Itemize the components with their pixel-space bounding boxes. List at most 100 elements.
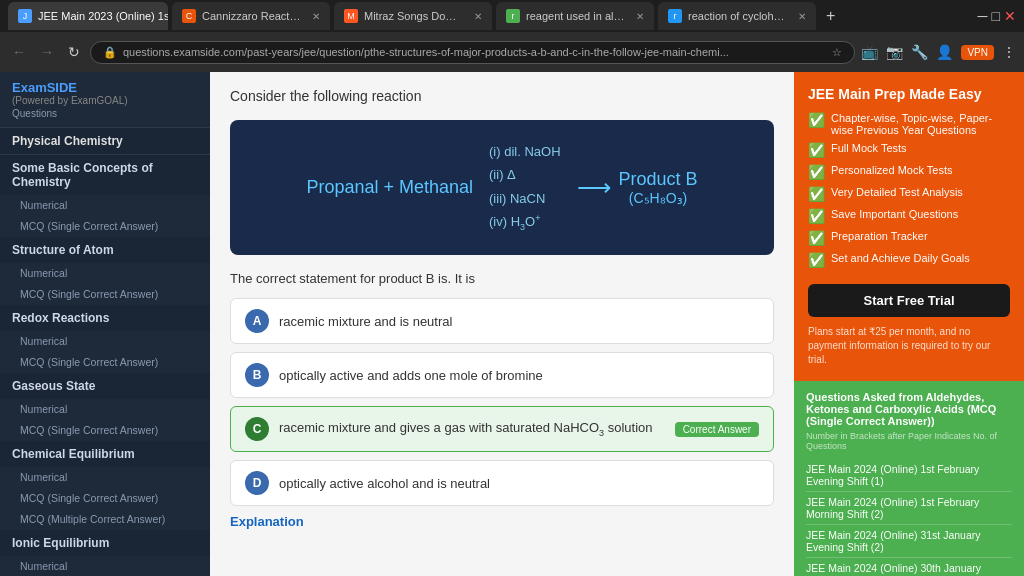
browser-chrome: J JEE Main 2023 (Online) 1st Feb... ✕ C … bbox=[0, 0, 1024, 72]
site-header: ExamSIDE (Powered by ExamGOAL) Questions bbox=[0, 72, 210, 128]
option-d-letter: D bbox=[245, 471, 269, 495]
check-icon-3: ✅ bbox=[808, 164, 825, 180]
option-c[interactable]: C racemic mixture and gives a gas with s… bbox=[230, 406, 774, 452]
reaction-arrow: ⟶ bbox=[577, 174, 611, 202]
option-a[interactable]: A racemic mixture and is neutral bbox=[230, 298, 774, 344]
check-icon-1: ✅ bbox=[808, 112, 825, 128]
sidebar-item-atom-numerical[interactable]: Numerical bbox=[0, 263, 210, 284]
minimize-button[interactable]: ─ bbox=[978, 8, 988, 24]
reaction-conditions: (i) dil. NaOH (ii) Δ (iii) NaCN (iv) H3O… bbox=[489, 140, 561, 235]
extension-icon[interactable]: 🔧 bbox=[911, 44, 928, 60]
tab-3[interactable]: M Mitraz Songs Download - Free Onli... ✕ bbox=[334, 2, 492, 30]
option-b-letter: B bbox=[245, 363, 269, 387]
profile-icon[interactable]: 👤 bbox=[936, 44, 953, 60]
sidebar-item-basic-mcq[interactable]: MCQ (Single Correct Answer) bbox=[0, 216, 210, 237]
sidebar-item-chem-eq-mcq[interactable]: MCQ (Single Correct Answer) bbox=[0, 488, 210, 509]
tab-3-close[interactable]: ✕ bbox=[474, 11, 482, 22]
sidebar-item-ionic-numerical[interactable]: Numerical bbox=[0, 556, 210, 576]
question-link-1[interactable]: JEE Main 2024 (Online) 1st February Even… bbox=[806, 459, 1012, 492]
prep-item-7: ✅ Set and Achieve Daily Goals bbox=[808, 252, 1010, 268]
nav-icons: 📺 📷 🔧 👤 VPN ⋮ bbox=[861, 44, 1016, 60]
main-container: ExamSIDE (Powered by ExamGOAL) Questions… bbox=[0, 72, 1024, 576]
tab-1-label: JEE Main 2023 (Online) 1st Feb... bbox=[38, 10, 168, 22]
reactants-label: Propanal + Methanal bbox=[306, 177, 473, 198]
screenshot-icon[interactable]: 📷 bbox=[886, 44, 903, 60]
sidebar-item-chem-eq-mcq-multi[interactable]: MCQ (Multiple Correct Answer) bbox=[0, 509, 210, 530]
url-text: questions.examside.com/past-years/jee/qu… bbox=[123, 46, 826, 58]
tab-5-close[interactable]: ✕ bbox=[798, 11, 806, 22]
tab-3-label: Mitraz Songs Download - Free Onli... bbox=[364, 10, 464, 22]
forward-button[interactable]: → bbox=[36, 40, 58, 64]
correct-answer-badge: Correct Answer bbox=[675, 422, 759, 437]
close-window-button[interactable]: ✕ bbox=[1004, 8, 1016, 24]
option-d[interactable]: D optically active alcohol and is neutra… bbox=[230, 460, 774, 506]
sidebar-category-basic-concepts[interactable]: Some Basic Concepts of Chemistry bbox=[0, 155, 210, 195]
address-bar[interactable]: 🔒 questions.examside.com/past-years/jee/… bbox=[90, 41, 855, 64]
tab-2[interactable]: C Cannizzaro Reaction - Mechanism, I ✕ bbox=[172, 2, 330, 30]
prep-item-1: ✅ Chapter-wise, Topic-wise, Paper-wise P… bbox=[808, 112, 1010, 136]
question-link-3[interactable]: JEE Main 2024 (Online) 31st January Even… bbox=[806, 525, 1012, 558]
sidebar-item-redox-numerical[interactable]: Numerical bbox=[0, 331, 210, 352]
sidebar-category-gaseous[interactable]: Gaseous State bbox=[0, 373, 210, 399]
option-d-text: optically active alcohol and is neutral bbox=[279, 476, 759, 491]
site-name: ExamSIDE bbox=[12, 80, 198, 95]
tab-4-close[interactable]: ✕ bbox=[636, 11, 644, 22]
tab-4[interactable]: r reagent used in aldol condensation ✕ bbox=[496, 2, 654, 30]
question-link-2[interactable]: JEE Main 2024 (Online) 1st February Morn… bbox=[806, 492, 1012, 525]
questions-card: Questions Asked from Aldehydes, Ketones … bbox=[794, 381, 1024, 576]
explanation-link[interactable]: Explanation bbox=[230, 514, 774, 529]
vpn-button[interactable]: VPN bbox=[961, 45, 994, 60]
new-tab-button[interactable]: + bbox=[820, 7, 841, 25]
tab-4-label: reagent used in aldol condensation bbox=[526, 10, 626, 22]
option-b[interactable]: B optically active and adds one mole of … bbox=[230, 352, 774, 398]
tab-2-label: Cannizzaro Reaction - Mechanism, I bbox=[202, 10, 302, 22]
tab-2-close[interactable]: ✕ bbox=[312, 11, 320, 22]
start-free-trial-button[interactable]: Start Free Trial bbox=[808, 284, 1010, 317]
check-icon-7: ✅ bbox=[808, 252, 825, 268]
question-link-4[interactable]: JEE Main 2024 (Online) 30th January Even… bbox=[806, 558, 1012, 576]
sidebar-category-structure-atom[interactable]: Structure of Atom bbox=[0, 237, 210, 263]
prep-item-2: ✅ Full Mock Tests bbox=[808, 142, 1010, 158]
sidebar-item-chem-eq-numerical[interactable]: Numerical bbox=[0, 467, 210, 488]
sidebar-category-chemical-equilibrium[interactable]: Chemical Equilibrium bbox=[0, 441, 210, 467]
questions-card-subtitle: Number in Brackets after Paper Indicates… bbox=[806, 431, 1012, 451]
cast-icon[interactable]: 📺 bbox=[861, 44, 878, 60]
tab-5-label: reaction of cyclohexanone with Dil h bbox=[688, 10, 788, 22]
prep-item-5: ✅ Save Important Questions bbox=[808, 208, 1010, 224]
sidebar-item-gaseous-numerical[interactable]: Numerical bbox=[0, 399, 210, 420]
prep-item-3-text: Personalized Mock Tests bbox=[831, 164, 952, 176]
sidebar-item-gaseous-mcq[interactable]: MCQ (Single Correct Answer) bbox=[0, 420, 210, 441]
check-icon-5: ✅ bbox=[808, 208, 825, 224]
tab-bar: J JEE Main 2023 (Online) 1st Feb... ✕ C … bbox=[0, 0, 1024, 32]
site-tagline: (Powered by ExamGOAL) bbox=[12, 95, 198, 106]
product-label: Product B bbox=[619, 169, 698, 190]
sidebar-category-redox[interactable]: Redox Reactions bbox=[0, 305, 210, 331]
check-icon-4: ✅ bbox=[808, 186, 825, 202]
lock-icon: 🔒 bbox=[103, 46, 117, 59]
sidebar-item-redox-mcq[interactable]: MCQ (Single Correct Answer) bbox=[0, 352, 210, 373]
prep-item-1-text: Chapter-wise, Topic-wise, Paper-wise Pre… bbox=[831, 112, 1010, 136]
sidebar-item-basic-numerical[interactable]: Numerical bbox=[0, 195, 210, 216]
tab-5[interactable]: r reaction of cyclohexanone with Dil h ✕ bbox=[658, 2, 816, 30]
content-area: Consider the following reaction Propanal… bbox=[210, 72, 794, 576]
condition-4: (iv) H3O+ bbox=[489, 210, 561, 235]
maximize-button[interactable]: □ bbox=[992, 8, 1000, 24]
option-b-text: optically active and adds one mole of br… bbox=[279, 368, 759, 383]
prep-item-5-text: Save Important Questions bbox=[831, 208, 958, 220]
star-icon[interactable]: ☆ bbox=[832, 46, 842, 59]
back-button[interactable]: ← bbox=[8, 40, 30, 64]
prep-item-6-text: Preparation Tracker bbox=[831, 230, 928, 242]
option-c-text: racemic mixture and gives a gas with sat… bbox=[279, 420, 665, 438]
prep-item-4: ✅ Very Detailed Test Analysis bbox=[808, 186, 1010, 202]
reaction-content: Propanal + Methanal (i) dil. NaOH (ii) Δ… bbox=[306, 140, 697, 235]
question-intro: Consider the following reaction bbox=[230, 88, 774, 104]
sidebar-category-ionic-equilibrium[interactable]: Ionic Equilibrium bbox=[0, 530, 210, 556]
menu-button[interactable]: ⋮ bbox=[1002, 44, 1016, 60]
tab-1[interactable]: J JEE Main 2023 (Online) 1st Feb... ✕ bbox=[8, 2, 168, 30]
option-c-letter: C bbox=[245, 417, 269, 441]
reload-button[interactable]: ↻ bbox=[64, 40, 84, 64]
sidebar-item-atom-mcq[interactable]: MCQ (Single Correct Answer) bbox=[0, 284, 210, 305]
questions-card-title: Questions Asked from Aldehydes, Ketones … bbox=[806, 391, 1012, 427]
sidebar-section-physical-chemistry: Physical Chemistry bbox=[0, 128, 210, 155]
prep-card: JEE Main Prep Made Easy ✅ Chapter-wise, … bbox=[794, 72, 1024, 381]
